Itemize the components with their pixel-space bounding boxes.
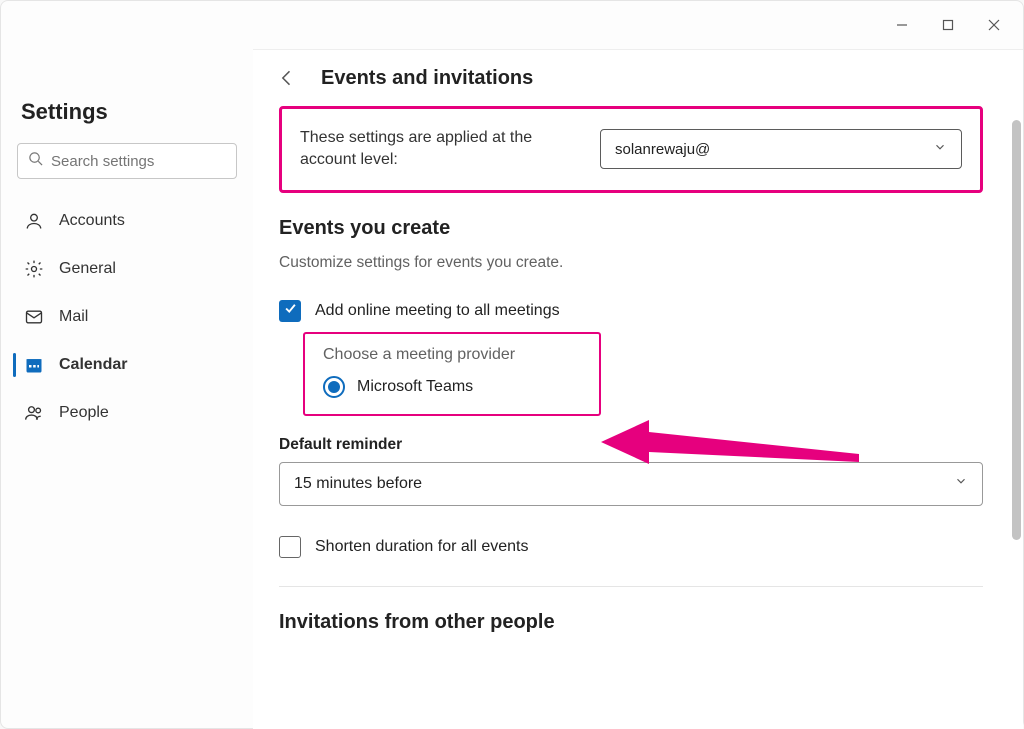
radio-selected-icon	[323, 376, 345, 398]
default-reminder-label: Default reminder	[279, 436, 983, 454]
settings-title: Settings	[13, 49, 241, 143]
add-online-meeting-label: Add online meeting to all meetings	[315, 302, 560, 320]
calendar-icon	[23, 354, 45, 376]
mail-icon	[23, 306, 45, 328]
window-titlebar	[1, 1, 1023, 49]
meeting-provider-block: Choose a meeting provider Microsoft Team…	[303, 332, 601, 416]
sidebar-item-label: Accounts	[59, 212, 125, 230]
scroll-area: These settings are applied at the accoun…	[253, 106, 1009, 729]
add-online-meeting-checkbox-row[interactable]: Add online meeting to all meetings	[279, 300, 983, 322]
account-level-block: These settings are applied at the accoun…	[279, 106, 983, 193]
default-reminder-value: 15 minutes before	[294, 475, 422, 493]
minimize-button[interactable]	[879, 9, 925, 41]
scrollbar-thumb[interactable]	[1012, 120, 1021, 540]
gear-icon	[23, 258, 45, 280]
events-create-title: Events you create	[279, 217, 983, 240]
search-settings-input[interactable]	[17, 143, 237, 179]
sidebar-item-label: Mail	[59, 308, 88, 326]
meeting-provider-label: Choose a meeting provider	[323, 346, 581, 364]
chevron-down-icon	[933, 140, 947, 158]
settings-window: Settings Accounts Genera	[0, 0, 1024, 729]
default-reminder-select[interactable]: 15 minutes before	[279, 462, 983, 506]
chevron-down-icon	[954, 474, 968, 493]
check-icon	[283, 301, 298, 321]
events-create-desc: Customize settings for events you create…	[279, 254, 983, 272]
back-button[interactable]	[273, 64, 301, 92]
section-divider	[279, 586, 983, 587]
sidebar-item-label: Calendar	[59, 356, 127, 374]
invitations-section-title: Invitations from other people	[279, 611, 983, 634]
sidebar-item-label: General	[59, 260, 116, 278]
shorten-duration-checkbox[interactable]	[279, 536, 301, 558]
content-panel: Events and invitations These settings ar…	[253, 49, 1023, 729]
page-title: Events and invitations	[321, 67, 533, 90]
settings-sidebar: Settings Accounts Genera	[1, 49, 253, 729]
sidebar-item-accounts[interactable]: Accounts	[13, 199, 241, 243]
person-icon	[23, 210, 45, 232]
sidebar-item-people[interactable]: People	[13, 391, 241, 435]
account-selected-value: solanrewaju@	[615, 141, 710, 158]
shorten-duration-label: Shorten duration for all events	[315, 538, 528, 556]
people-icon	[23, 402, 45, 424]
meeting-provider-option-label: Microsoft Teams	[357, 378, 473, 396]
sidebar-item-calendar[interactable]: Calendar	[13, 343, 241, 387]
shorten-duration-checkbox-row[interactable]: Shorten duration for all events	[279, 536, 983, 558]
maximize-button[interactable]	[925, 9, 971, 41]
meeting-provider-radio-teams[interactable]: Microsoft Teams	[323, 376, 581, 398]
account-select[interactable]: solanrewaju@	[600, 129, 962, 169]
account-level-label: These settings are applied at the accoun…	[300, 127, 560, 172]
sidebar-item-label: People	[59, 404, 109, 422]
search-icon	[28, 151, 51, 171]
sidebar-item-mail[interactable]: Mail	[13, 295, 241, 339]
close-button[interactable]	[971, 9, 1017, 41]
content-header: Events and invitations	[253, 50, 1023, 106]
search-field[interactable]	[51, 153, 226, 170]
add-online-meeting-checkbox[interactable]	[279, 300, 301, 322]
sidebar-item-general[interactable]: General	[13, 247, 241, 291]
